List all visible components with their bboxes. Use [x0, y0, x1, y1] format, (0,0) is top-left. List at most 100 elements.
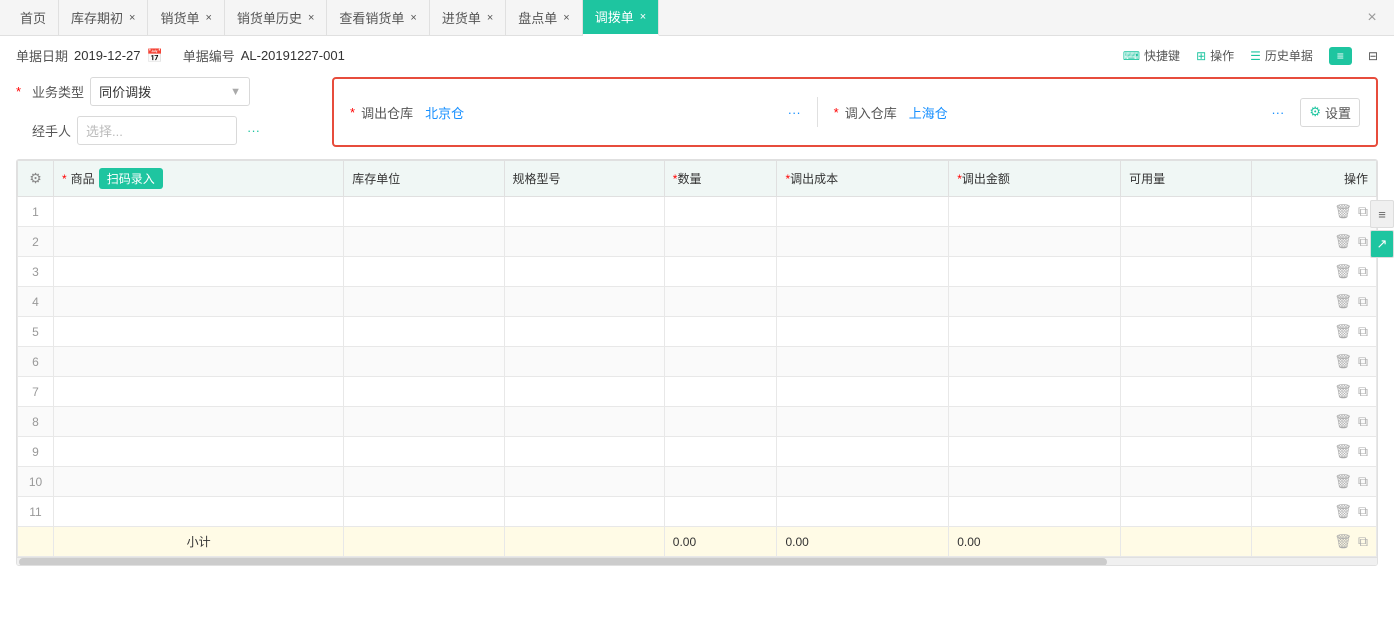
row-avail[interactable]: [1121, 347, 1252, 377]
delete-row-icon[interactable]: 🗑: [1334, 263, 1352, 280]
row-product[interactable]: [54, 407, 344, 437]
row-spec[interactable]: [504, 257, 664, 287]
row-cost[interactable]: [777, 287, 949, 317]
row-amount[interactable]: [949, 317, 1121, 347]
float-expand-button[interactable]: ↗: [1370, 230, 1394, 258]
row-cost[interactable]: [777, 497, 949, 527]
window-close-button[interactable]: ×: [1358, 4, 1386, 32]
tab-close-view-sales[interactable]: ×: [410, 12, 416, 24]
tab-close-transfer-order[interactable]: ×: [640, 11, 646, 23]
row-unit[interactable]: [344, 437, 504, 467]
row-spec[interactable]: [504, 287, 664, 317]
row-product[interactable]: [54, 497, 344, 527]
row-unit[interactable]: [344, 227, 504, 257]
row-avail[interactable]: [1121, 377, 1252, 407]
row-cost[interactable]: [777, 437, 949, 467]
row-qty[interactable]: [664, 407, 777, 437]
row-spec[interactable]: [504, 437, 664, 467]
shortcut-button[interactable]: ⌨ 快捷键: [1123, 47, 1180, 64]
row-qty[interactable]: [664, 467, 777, 497]
copy-row-icon[interactable]: ⧉: [1358, 293, 1368, 310]
handler-select[interactable]: 选择...: [77, 116, 237, 145]
copy-row-icon[interactable]: ⧉: [1358, 473, 1368, 490]
row-avail[interactable]: [1121, 197, 1252, 227]
row-avail[interactable]: [1121, 467, 1252, 497]
row-product[interactable]: [54, 467, 344, 497]
row-qty[interactable]: [664, 227, 777, 257]
row-spec[interactable]: [504, 347, 664, 377]
row-unit[interactable]: [344, 347, 504, 377]
row-avail[interactable]: [1121, 317, 1252, 347]
row-amount[interactable]: [949, 257, 1121, 287]
table-settings-icon[interactable]: ⚙: [29, 170, 42, 186]
row-qty[interactable]: [664, 347, 777, 377]
row-product[interactable]: [54, 197, 344, 227]
tab-purchase-order[interactable]: 进货单 ×: [430, 0, 506, 36]
delete-row-icon[interactable]: 🗑: [1334, 203, 1352, 220]
delete-row-icon[interactable]: 🗑: [1334, 233, 1352, 250]
row-product[interactable]: [54, 377, 344, 407]
copy-row-icon[interactable]: ⧉: [1358, 443, 1368, 460]
float-list-button[interactable]: ≡: [1370, 200, 1394, 228]
row-qty[interactable]: [664, 437, 777, 467]
row-cost[interactable]: [777, 407, 949, 437]
delete-row-icon[interactable]: 🗑: [1334, 443, 1352, 460]
operation-button[interactable]: ⊞ 操作: [1196, 47, 1234, 64]
row-product[interactable]: [54, 437, 344, 467]
tab-close-inventory-check[interactable]: ×: [563, 12, 569, 24]
row-unit[interactable]: [344, 497, 504, 527]
row-unit[interactable]: [344, 287, 504, 317]
delete-row-icon[interactable]: 🗑: [1334, 413, 1352, 430]
row-cost[interactable]: [777, 317, 949, 347]
tab-sales-history[interactable]: 销货单历史 ×: [225, 0, 327, 36]
row-product[interactable]: [54, 317, 344, 347]
delete-row-icon[interactable]: 🗑: [1334, 383, 1352, 400]
settings-button[interactable]: ⚙ 设置: [1300, 98, 1360, 127]
business-type-select[interactable]: 同价调拨 ▼: [90, 77, 250, 106]
copy-row-icon[interactable]: ⧉: [1358, 263, 1368, 280]
row-unit[interactable]: [344, 407, 504, 437]
tab-close-sales-history[interactable]: ×: [308, 12, 314, 24]
row-qty[interactable]: [664, 197, 777, 227]
history-button[interactable]: ☰ 历史单据: [1250, 47, 1313, 64]
tab-inventory-init[interactable]: 库存期初 ×: [59, 0, 148, 36]
row-amount[interactable]: [949, 227, 1121, 257]
date-picker-icon[interactable]: 📅: [147, 48, 163, 64]
tab-close-purchase-order[interactable]: ×: [487, 12, 493, 24]
row-cost[interactable]: [777, 197, 949, 227]
row-amount[interactable]: [949, 437, 1121, 467]
row-spec[interactable]: [504, 497, 664, 527]
row-spec[interactable]: [504, 197, 664, 227]
copy-row-icon[interactable]: ⧉: [1358, 203, 1368, 220]
row-amount[interactable]: [949, 197, 1121, 227]
row-qty[interactable]: [664, 377, 777, 407]
row-avail[interactable]: [1121, 497, 1252, 527]
tab-close-inventory-init[interactable]: ×: [129, 12, 135, 24]
row-unit[interactable]: [344, 257, 504, 287]
row-qty[interactable]: [664, 497, 777, 527]
row-cost[interactable]: [777, 347, 949, 377]
handler-more-icon[interactable]: ···: [247, 123, 260, 138]
row-spec[interactable]: [504, 317, 664, 347]
row-avail[interactable]: [1121, 227, 1252, 257]
subtotal-delete-icon[interactable]: 🗑: [1334, 533, 1352, 550]
delete-row-icon[interactable]: 🗑: [1334, 473, 1352, 490]
scrollbar-thumb[interactable]: [19, 558, 1107, 566]
delete-row-icon[interactable]: 🗑: [1334, 503, 1352, 520]
row-product[interactable]: [54, 347, 344, 377]
copy-row-icon[interactable]: ⧉: [1358, 413, 1368, 430]
layout2-button[interactable]: ⊟: [1368, 49, 1378, 63]
transfer-in-more-icon[interactable]: ···: [1271, 105, 1284, 120]
copy-row-icon[interactable]: ⧉: [1358, 383, 1368, 400]
row-spec[interactable]: [504, 227, 664, 257]
subtotal-copy-icon[interactable]: ⧉: [1358, 533, 1368, 550]
row-amount[interactable]: [949, 467, 1121, 497]
copy-row-icon[interactable]: ⧉: [1358, 353, 1368, 370]
copy-row-icon[interactable]: ⧉: [1358, 503, 1368, 520]
row-amount[interactable]: [949, 407, 1121, 437]
copy-row-icon[interactable]: ⧉: [1358, 233, 1368, 250]
row-cost[interactable]: [777, 227, 949, 257]
delete-row-icon[interactable]: 🗑: [1334, 293, 1352, 310]
transfer-out-more-icon[interactable]: ···: [788, 105, 801, 120]
row-product[interactable]: [54, 227, 344, 257]
